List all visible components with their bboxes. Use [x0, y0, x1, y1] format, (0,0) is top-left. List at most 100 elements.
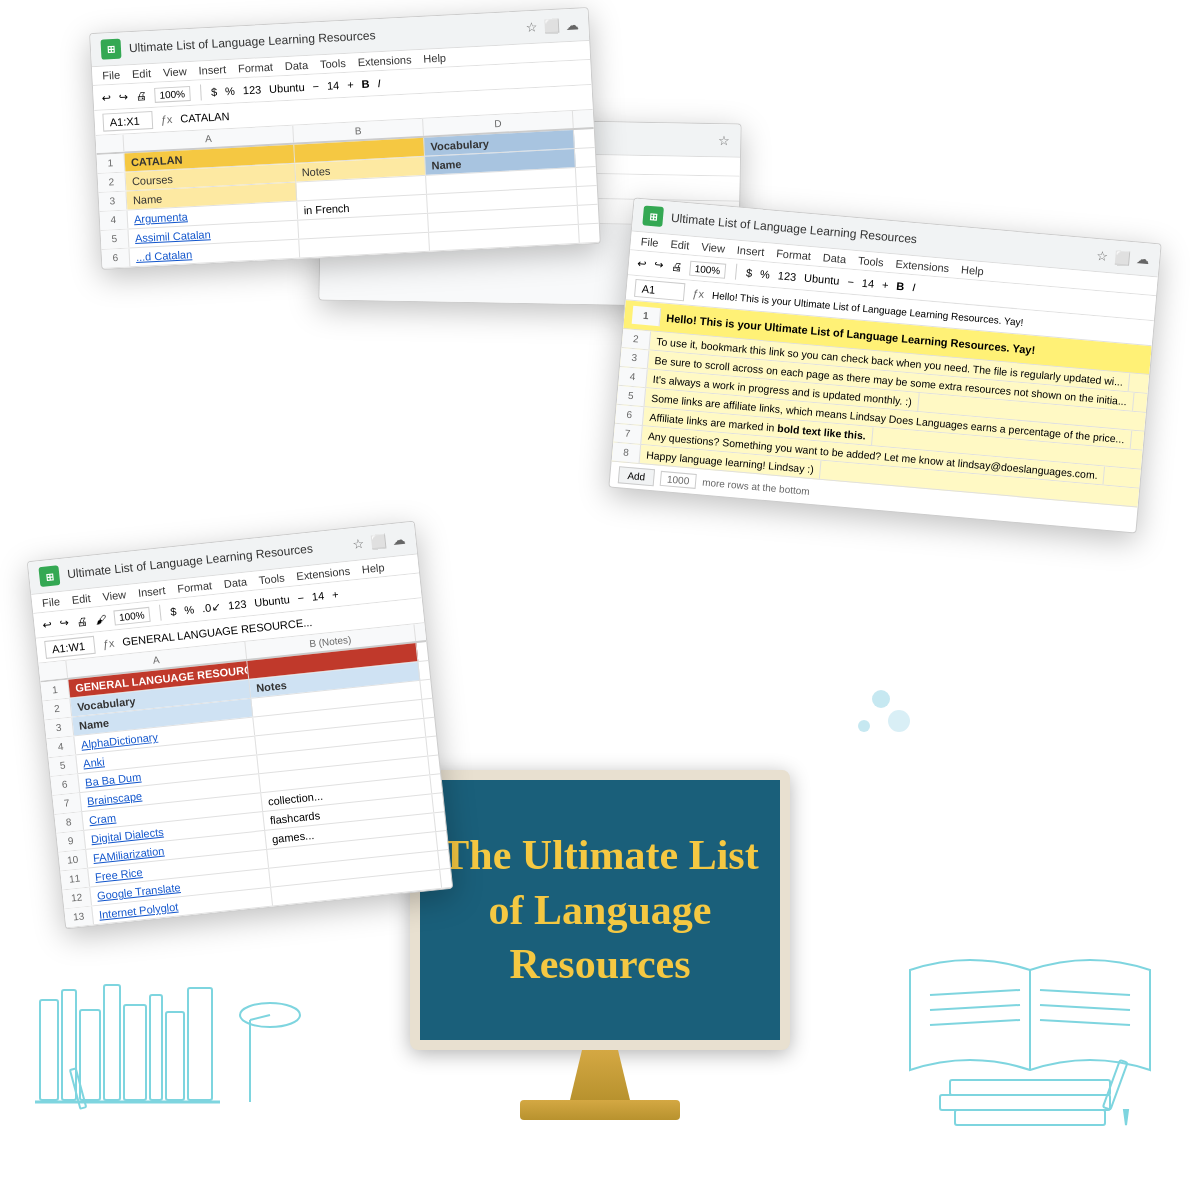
fx-label-3: ƒx [160, 113, 172, 126]
svg-rect-7 [188, 988, 212, 1100]
monitor-wrapper: The Ultimate List of Language Resources [410, 770, 790, 1120]
percent-btn[interactable]: % [184, 603, 195, 616]
menu-edit-3[interactable]: Edit [132, 67, 152, 80]
menu-data-2[interactable]: Data [822, 251, 846, 265]
redo-2[interactable]: ↪ [653, 258, 663, 272]
menu-format-1[interactable]: Format [177, 579, 213, 595]
zoom-2[interactable]: 100% [689, 260, 726, 278]
italic-btn-2[interactable]: I [912, 281, 916, 293]
titlebar-icons-1: ☆ ⬜ ☁ [352, 531, 406, 551]
redo-3[interactable]: ↪ [118, 90, 128, 103]
svg-line-19 [1040, 1020, 1130, 1025]
font-3: Ubuntu [269, 81, 305, 95]
undo-3[interactable]: ↩ [101, 91, 111, 104]
menu-insert-3[interactable]: Insert [198, 63, 226, 76]
italic-btn-3[interactable]: I [377, 77, 381, 89]
font-size-3: 14 [327, 79, 340, 92]
bold-btn-3[interactable]: B [361, 78, 370, 90]
bubble-2 [858, 720, 870, 732]
menu-extensions-1[interactable]: Extensions [296, 565, 351, 583]
menu-extensions-3[interactable]: Extensions [357, 53, 411, 68]
print-icon[interactable]: 🖨 [76, 614, 88, 627]
svg-rect-5 [150, 995, 162, 1100]
font-2: Ubuntu [804, 272, 840, 287]
percent-3[interactable]: % [225, 85, 235, 97]
bold-btn-2[interactable]: B [896, 280, 905, 293]
font-label: Ubuntu [254, 593, 291, 609]
menu-format-3[interactable]: Format [238, 61, 273, 75]
svg-line-15 [930, 1005, 1020, 1010]
font-minus-3[interactable]: − [312, 80, 319, 92]
menu-data-1[interactable]: Data [223, 576, 247, 590]
format-3[interactable]: 123 [243, 83, 262, 96]
zoom-3[interactable]: 100% [154, 86, 190, 103]
undo-2[interactable]: ↩ [636, 257, 646, 271]
menu-extensions-2[interactable]: Extensions [895, 258, 950, 275]
menu-help-3[interactable]: Help [423, 52, 446, 65]
bubble-3 [888, 710, 910, 732]
svg-rect-0 [40, 1000, 58, 1100]
percent-2[interactable]: % [760, 268, 771, 281]
titlebar-icons-3: ☆ ⬜ ☁ [525, 17, 579, 35]
undo-icon[interactable]: ↩ [42, 618, 52, 632]
zoom-1[interactable]: 100% [113, 606, 150, 625]
formula-value-3: CATALAN [180, 110, 230, 125]
menu-format-2[interactable]: Format [776, 247, 812, 262]
svg-rect-6 [166, 1012, 184, 1100]
folder-icon-3: ⬜ [543, 18, 560, 34]
svg-rect-22 [955, 1110, 1105, 1125]
font-size-2: 14 [861, 277, 874, 290]
menu-file-1[interactable]: File [42, 595, 61, 609]
font-plus-2[interactable]: + [882, 278, 889, 291]
sheets-icon-2: ⊞ [642, 205, 664, 227]
redo-icon[interactable]: ↪ [59, 616, 69, 630]
cloud-icon-3: ☁ [565, 17, 579, 33]
star-icon-1: ☆ [352, 536, 366, 552]
scene: ⊞ Ultimate List of Language Learning Res… [0, 0, 1200, 1200]
menu-tools-1[interactable]: Tools [258, 572, 285, 587]
monitor-title-line1: The Ultimate List [441, 832, 758, 878]
menu-insert-1[interactable]: Insert [137, 584, 166, 599]
menu-help-2[interactable]: Help [961, 263, 985, 277]
paintformat-icon[interactable]: 🖌 [95, 612, 107, 625]
decimal-btn[interactable]: .0↙ [201, 600, 220, 615]
cloud-icon-2: ☁ [1136, 251, 1150, 267]
menu-tools-3[interactable]: Tools [320, 57, 346, 70]
books-sketch-left [30, 940, 310, 1140]
currency-btn[interactable]: $ [170, 605, 177, 618]
monitor-base [520, 1100, 680, 1120]
menu-insert-2[interactable]: Insert [736, 244, 764, 258]
font-plus[interactable]: + [331, 588, 339, 601]
menu-view-2[interactable]: View [701, 241, 726, 255]
menu-view-1[interactable]: View [102, 588, 127, 602]
menu-view-3[interactable]: View [163, 65, 187, 78]
menu-help-1[interactable]: Help [361, 561, 385, 575]
sheets-icon-3: ⊞ [100, 39, 121, 60]
svg-line-17 [1040, 990, 1130, 995]
cloud-icon-1: ☁ [392, 531, 406, 547]
font-minus[interactable]: − [297, 592, 305, 605]
format-2[interactable]: 123 [777, 269, 796, 283]
svg-line-16 [930, 1020, 1020, 1025]
currency-3[interactable]: $ [211, 86, 218, 98]
cell-ref-3[interactable]: A1:X1 [102, 111, 153, 132]
titlebar-icons-2: ☆ ⬜ ☁ [1096, 248, 1150, 268]
format-btn[interactable]: 123 [227, 598, 247, 612]
menu-tools-2[interactable]: Tools [858, 254, 885, 268]
menu-edit-1[interactable]: Edit [71, 592, 91, 606]
cell-ref-1[interactable]: A1:W1 [44, 636, 96, 659]
print-2[interactable]: 🖨 [670, 260, 682, 273]
menu-file-3[interactable]: File [102, 69, 120, 82]
menu-file-2[interactable]: File [640, 235, 659, 248]
svg-rect-23 [1103, 1060, 1128, 1110]
font-minus-2[interactable]: − [847, 275, 854, 288]
print-3[interactable]: 🖨 [135, 89, 147, 102]
cell-ref-2[interactable]: A1 [634, 279, 685, 301]
menu-data-3[interactable]: Data [285, 59, 309, 72]
menu-edit-2[interactable]: Edit [670, 238, 690, 252]
star-icon-4: ☆ [718, 133, 730, 148]
spreadsheet-general: ⊞ Ultimate List of Language Learning Res… [27, 521, 454, 930]
font-plus-3[interactable]: + [347, 78, 354, 90]
currency-2[interactable]: $ [746, 267, 753, 279]
add-rows-btn[interactable]: Add [618, 466, 655, 486]
